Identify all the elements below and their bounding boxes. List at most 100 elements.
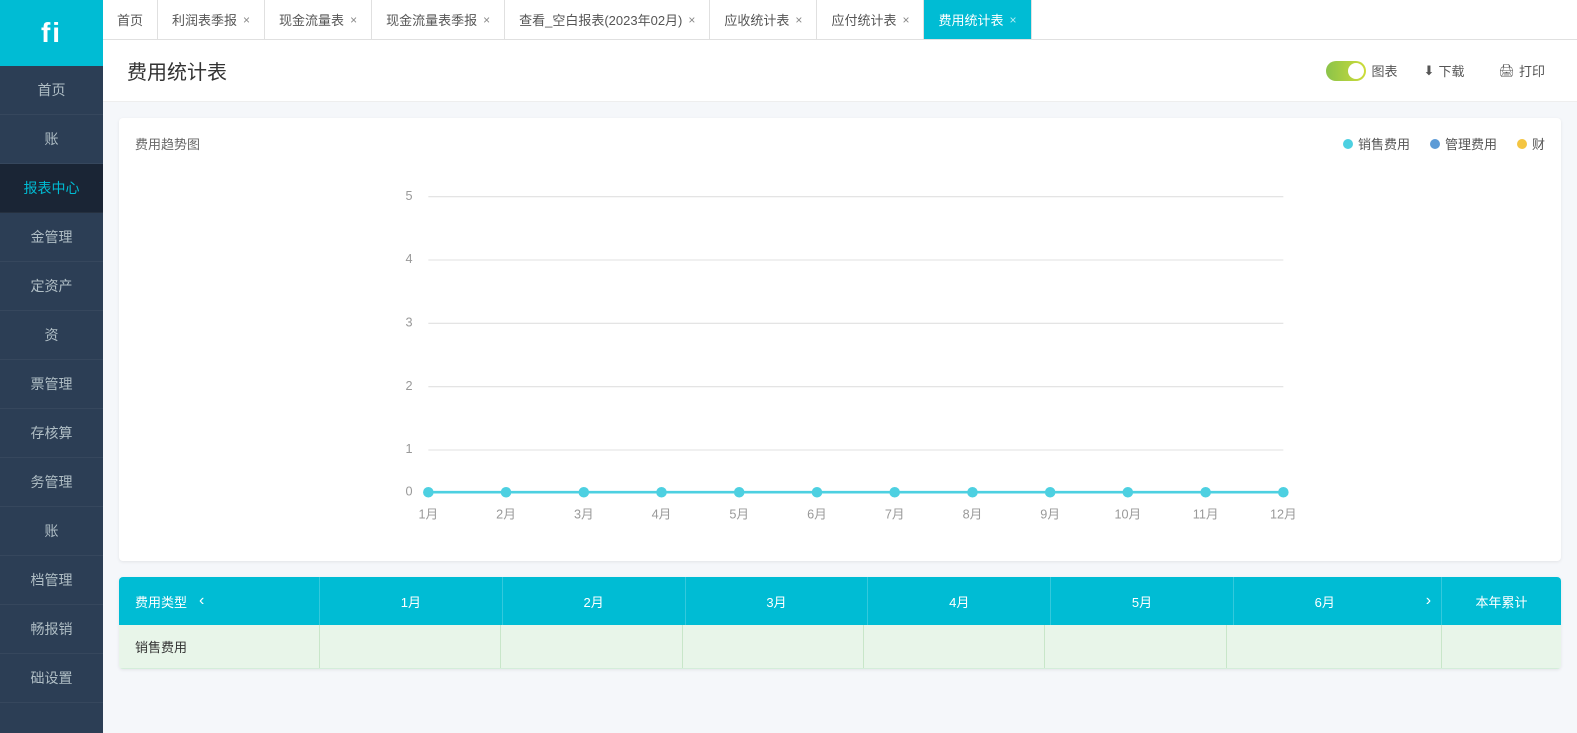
chart-toggle-wrap: 图表 bbox=[1326, 61, 1398, 81]
tab-close-cashflow-quarterly[interactable]: × bbox=[483, 13, 490, 27]
header-actions: 图表 ⬇ 下载 🖨 打印 bbox=[1326, 57, 1553, 84]
tab-bar: 首页 利润表季报 × 现金流量表 × 现金流量表季报 × 查看_空白报表(202… bbox=[103, 0, 1577, 40]
print-button[interactable]: 🖨 打印 bbox=[1490, 57, 1553, 84]
chart-toggle[interactable] bbox=[1326, 61, 1366, 81]
table-cell-sales-type: 销售费用 bbox=[119, 637, 319, 656]
sidebar-item-service[interactable]: 务管理 bbox=[0, 458, 103, 507]
svg-text:3: 3 bbox=[405, 316, 412, 330]
svg-text:1: 1 bbox=[405, 442, 412, 456]
tab-blank-report[interactable]: 查看_空白报表(2023年02月) × bbox=[505, 0, 710, 40]
table-nav-prev[interactable]: ‹ bbox=[195, 592, 208, 610]
svg-text:5: 5 bbox=[405, 189, 412, 203]
tab-cashflow-quarterly[interactable]: 现金流量表季报 × bbox=[372, 0, 505, 40]
table-cell-sales-ytd bbox=[1441, 625, 1561, 668]
main-content: 首页 利润表季报 × 现金流量表 × 现金流量表季报 × 查看_空白报表(202… bbox=[103, 0, 1577, 733]
table-cell-sales-may bbox=[1044, 625, 1225, 668]
table-header-type: 费用类型 ‹ bbox=[119, 592, 319, 611]
chart-title: 费用趋势图 bbox=[135, 134, 200, 153]
svg-text:3月: 3月 bbox=[574, 508, 594, 522]
chart-dot-12 bbox=[1278, 487, 1289, 498]
download-icon: ⬇ bbox=[1424, 63, 1435, 79]
sidebar-item-ledger[interactable]: 账 bbox=[0, 507, 103, 556]
sidebar-item-capital[interactable]: 资 bbox=[0, 311, 103, 360]
legend-dot-finance bbox=[1517, 139, 1527, 149]
legend-management: 管理费用 bbox=[1430, 134, 1497, 153]
tab-expense-stats[interactable]: 费用统计表 × bbox=[924, 0, 1031, 40]
chart-dot-8 bbox=[967, 487, 978, 498]
chart-dot-11 bbox=[1200, 487, 1211, 498]
page-content: 费用统计表 图表 ⬇ 下载 🖨 打印 费用趋势图 bbox=[103, 40, 1577, 733]
download-label: 下载 bbox=[1438, 61, 1464, 80]
table-nav-next[interactable]: › bbox=[1416, 592, 1441, 610]
chart-dot-2 bbox=[501, 487, 512, 498]
tab-home[interactable]: 首页 bbox=[103, 0, 158, 40]
legend-label-sales: 销售费用 bbox=[1358, 134, 1410, 153]
chart-dot-3 bbox=[579, 487, 590, 498]
chart-header: 费用趋势图 销售费用 管理费用 财 bbox=[135, 134, 1545, 153]
table-cell-sales-jun bbox=[1226, 625, 1407, 668]
svg-text:10月: 10月 bbox=[1114, 508, 1141, 522]
tab-payable[interactable]: 应付统计表 × bbox=[817, 0, 924, 40]
chart-dot-7 bbox=[889, 487, 900, 498]
page-title: 费用统计表 bbox=[127, 56, 227, 85]
chart-svg: 5 4 3 2 1 0 bbox=[135, 165, 1545, 545]
sidebar-item-home[interactable]: 首页 bbox=[0, 66, 103, 115]
sidebar-item-assets[interactable]: 定资产 bbox=[0, 262, 103, 311]
table-cell-sales-apr bbox=[863, 625, 1044, 668]
sidebar-item-expense[interactable]: 畅报销 bbox=[0, 605, 103, 654]
table-header-apr: 4月 bbox=[867, 577, 1050, 625]
svg-text:4: 4 bbox=[405, 252, 412, 266]
chart-dot-4 bbox=[656, 487, 667, 498]
chart-toggle-label: 图表 bbox=[1372, 61, 1398, 80]
svg-text:2月: 2月 bbox=[496, 508, 516, 522]
chart-dot-5 bbox=[734, 487, 745, 498]
table-header-feb: 2月 bbox=[502, 577, 685, 625]
table-header-jan: 1月 bbox=[319, 577, 502, 625]
table-cell-sales-jan bbox=[319, 625, 500, 668]
svg-text:5月: 5月 bbox=[729, 508, 749, 522]
sidebar-item-inventory[interactable]: 存核算 bbox=[0, 409, 103, 458]
svg-text:11月: 11月 bbox=[1193, 508, 1219, 522]
sidebar-item-tickets[interactable]: 票管理 bbox=[0, 360, 103, 409]
print-icon: 🖨 bbox=[1498, 63, 1515, 79]
chart-legend: 销售费用 管理费用 财 bbox=[1343, 134, 1545, 153]
legend-dot-sales bbox=[1343, 139, 1353, 149]
svg-text:1月: 1月 bbox=[418, 508, 438, 522]
table-header-row: 费用类型 ‹ 1月 2月 3月 4月 5月 bbox=[119, 577, 1561, 625]
svg-text:0: 0 bbox=[405, 484, 412, 498]
sidebar-item-settings[interactable]: 础设置 bbox=[0, 654, 103, 703]
table-row-sales: 销售费用 bbox=[119, 625, 1561, 669]
tab-close-receivable[interactable]: × bbox=[795, 13, 802, 27]
table-header-jun: 6月 bbox=[1233, 577, 1416, 625]
sidebar-item-finance[interactable]: 金管理 bbox=[0, 213, 103, 262]
sidebar-logo: fi bbox=[0, 0, 103, 66]
tab-cashflow[interactable]: 现金流量表 × bbox=[265, 0, 372, 40]
legend-dot-management bbox=[1430, 139, 1440, 149]
legend-label-finance: 财 bbox=[1532, 134, 1545, 153]
legend-finance: 财 bbox=[1517, 134, 1545, 153]
sidebar-item-account[interactable]: 账 bbox=[0, 115, 103, 164]
sidebar-item-archive[interactable]: 档管理 bbox=[0, 556, 103, 605]
tab-close-profit-quarterly[interactable]: × bbox=[243, 13, 250, 27]
tab-receivable[interactable]: 应收统计表 × bbox=[710, 0, 817, 40]
chart-dot-1 bbox=[423, 487, 434, 498]
download-button[interactable]: ⬇ 下载 bbox=[1416, 57, 1473, 84]
tab-profit-quarterly[interactable]: 利润表季报 × bbox=[158, 0, 265, 40]
page-header: 费用统计表 图表 ⬇ 下载 🖨 打印 bbox=[103, 40, 1577, 102]
sidebar-item-reports[interactable]: 报表中心 bbox=[0, 164, 103, 213]
table-section: 费用类型 ‹ 1月 2月 3月 4月 5月 bbox=[119, 577, 1561, 669]
tab-close-payable[interactable]: × bbox=[902, 13, 909, 27]
chart-dot-6 bbox=[812, 487, 823, 498]
tab-close-expense-stats[interactable]: × bbox=[1009, 13, 1016, 27]
legend-label-management: 管理费用 bbox=[1445, 134, 1497, 153]
chart-dot-9 bbox=[1045, 487, 1056, 498]
svg-text:6月: 6月 bbox=[807, 508, 827, 522]
table-header-may: 5月 bbox=[1050, 577, 1233, 625]
chart-container: 5 4 3 2 1 0 bbox=[135, 165, 1545, 545]
tab-close-cashflow[interactable]: × bbox=[350, 13, 357, 27]
svg-text:7月: 7月 bbox=[885, 508, 905, 522]
table-header-mar: 3月 bbox=[685, 577, 868, 625]
svg-text:9月: 9月 bbox=[1040, 508, 1060, 522]
svg-text:8月: 8月 bbox=[963, 508, 983, 522]
tab-close-blank-report[interactable]: × bbox=[688, 13, 695, 27]
